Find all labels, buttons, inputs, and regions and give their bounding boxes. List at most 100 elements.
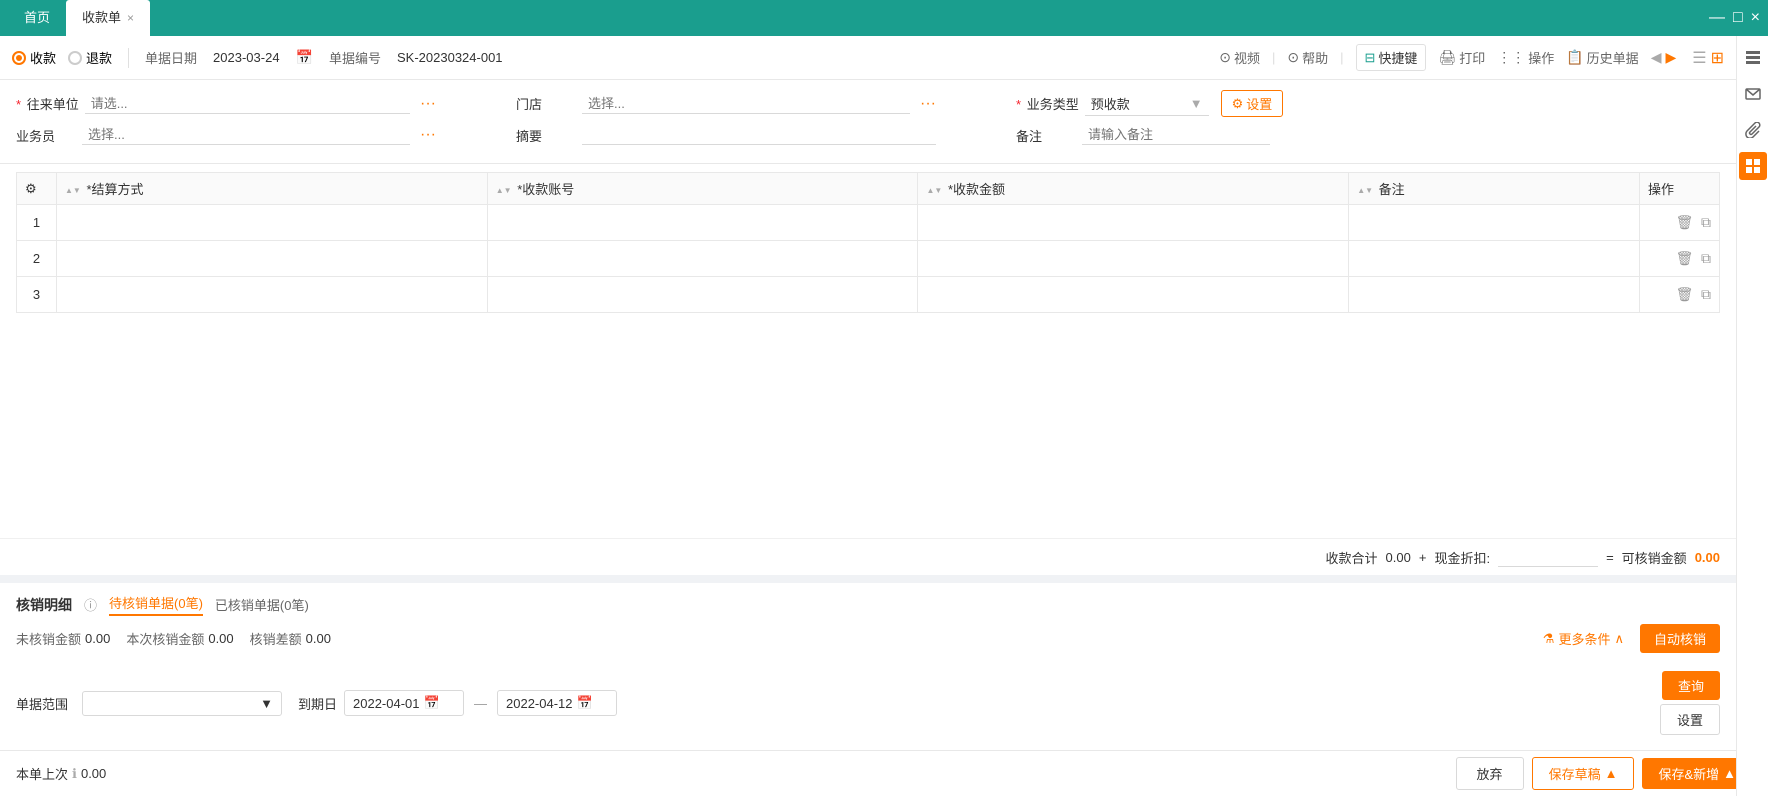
help-label: 帮助 xyxy=(1302,48,1328,67)
tab-close-btn[interactable]: × xyxy=(127,0,134,36)
settings-btn[interactable]: ⚙ 设置 xyxy=(1221,90,1284,117)
calendar-icon[interactable]: 📅 xyxy=(296,49,313,66)
sort-account: ▲▼ xyxy=(496,187,512,195)
radio-collect[interactable]: 收款 xyxy=(12,48,56,67)
shortcut-label: 快捷键 xyxy=(1378,48,1417,67)
calendar-to-icon: 📅 xyxy=(577,695,593,711)
window-close-btn[interactable]: × xyxy=(1751,9,1760,27)
settings-icon: ⚙ xyxy=(1232,96,1244,112)
sidebar-email-icon[interactable] xyxy=(1739,80,1767,108)
cell-pay-method-3[interactable] xyxy=(57,277,488,313)
operation-label: 操作 xyxy=(1528,48,1554,67)
table-row: 3 🗑 ⧉ xyxy=(17,277,1720,313)
cell-amount-3[interactable] xyxy=(918,277,1349,313)
row-num-3: 3 xyxy=(17,277,57,313)
salesman-more-btn[interactable]: ··· xyxy=(420,126,436,144)
cell-account-1[interactable] xyxy=(487,205,918,241)
discount-input[interactable] xyxy=(1498,547,1598,567)
copy-row-3-btn[interactable]: ⧉ xyxy=(1701,286,1711,302)
salesman-field: 业务员 ··· xyxy=(16,125,436,145)
shortcut-btn[interactable]: ⊟ 快捷键 xyxy=(1356,44,1427,71)
tab-home[interactable]: 首页 xyxy=(8,0,66,36)
summary-input[interactable] xyxy=(582,125,936,145)
current-stat: 本次核销金额 0.00 xyxy=(126,629,233,648)
history-btn[interactable]: 📋 历史单据 xyxy=(1566,48,1638,67)
toolbar-actions: ⊙ 视频 | ⊙ 帮助 | ⊟ 快捷键 🖨 打印 ⋮⋮ 操作 📋 xyxy=(1219,44,1724,71)
range-field: 单据范围 ▼ xyxy=(16,691,282,716)
business-type-value: 预收款 xyxy=(1091,94,1130,113)
nav-next-btn[interactable]: ▶ xyxy=(1665,49,1676,66)
delete-row-2-btn[interactable]: 🗑 xyxy=(1676,250,1694,266)
verifiable-value: 0.00 xyxy=(1695,550,1720,565)
range-select[interactable]: ▼ xyxy=(82,691,282,716)
cell-note-3[interactable] xyxy=(1349,277,1640,313)
reconcile-info-icon[interactable]: ⓘ xyxy=(84,595,97,614)
notes-input[interactable] xyxy=(1082,125,1270,145)
window-minimize-btn[interactable]: — xyxy=(1709,9,1725,27)
video-btn[interactable]: ⊙ 视频 xyxy=(1219,48,1260,67)
col-settings[interactable]: ⚙ xyxy=(17,173,57,205)
cell-amount-2[interactable] xyxy=(918,241,1349,277)
cell-pay-method-2[interactable] xyxy=(57,241,488,277)
cell-pay-method-1[interactable] xyxy=(57,205,488,241)
view-icons: ☰ ⊞ xyxy=(1688,48,1724,68)
cell-amount-1[interactable] xyxy=(918,205,1349,241)
filter-row: 单据范围 ▼ 到期日 2022-04-01 📅 — 2022-04-12 📅 xyxy=(16,663,1720,743)
counterparty-label: * 往来单位 xyxy=(16,94,79,113)
help-btn[interactable]: ⊙ 帮助 xyxy=(1287,48,1328,67)
copy-row-1-btn[interactable]: ⧉ xyxy=(1701,214,1711,230)
copy-row-2-btn[interactable]: ⧉ xyxy=(1701,250,1711,266)
settings-label: 设置 xyxy=(1246,94,1272,113)
query-btn[interactable]: 查询 xyxy=(1662,671,1720,700)
help-icon: ⊙ xyxy=(1287,49,1299,66)
grid-view-icon[interactable]: ⊞ xyxy=(1711,48,1724,68)
delete-row-3-btn[interactable]: 🗑 xyxy=(1676,286,1694,302)
business-type-select[interactable]: 预收款 ▼ xyxy=(1085,92,1209,116)
form-section: * 往来单位 ··· 门店 ··· * 业务类型 预 xyxy=(0,80,1736,164)
store-more-btn[interactable]: ··· xyxy=(920,95,936,113)
save-draft-btn[interactable]: 保存草稿 ▲ xyxy=(1532,757,1635,790)
store-input[interactable] xyxy=(582,94,910,114)
sidebar-expand-icon[interactable] xyxy=(1739,152,1767,180)
discard-btn[interactable]: 放弃 xyxy=(1456,757,1524,790)
auto-reconcile-btn[interactable]: 自动核销 xyxy=(1640,624,1720,653)
due-date-label: 到期日 xyxy=(298,694,338,713)
cell-account-3[interactable] xyxy=(487,277,918,313)
divider-1 xyxy=(128,48,129,68)
date-label: 单据日期 xyxy=(145,48,197,67)
verifiable-label: 可核销金额 xyxy=(1622,548,1687,567)
business-type-label: * 业务类型 xyxy=(1016,94,1079,113)
date-separator: — xyxy=(474,696,487,711)
nav-prev-btn[interactable]: ◀ xyxy=(1651,49,1662,66)
cell-note-1[interactable] xyxy=(1349,205,1640,241)
tab-active[interactable]: 收款单 × xyxy=(66,0,150,36)
detail-settings-btn[interactable]: 设置 xyxy=(1660,704,1720,735)
counterparty-input[interactable] xyxy=(85,94,410,114)
due-date-to-input[interactable]: 2022-04-12 📅 xyxy=(497,690,617,716)
form-row-2: 业务员 ··· 摘要 备注 xyxy=(16,125,1720,145)
pending-tab[interactable]: 待核销单据(0笔) xyxy=(109,593,203,616)
sidebar-attach-icon[interactable] xyxy=(1739,116,1767,144)
cell-account-2[interactable] xyxy=(487,241,918,277)
radio-refund[interactable]: 退款 xyxy=(68,48,112,67)
done-tab[interactable]: 已核销单据(0笔) xyxy=(215,595,309,614)
list-view-icon[interactable]: ☰ xyxy=(1692,48,1706,68)
window-maximize-btn[interactable]: □ xyxy=(1733,9,1743,27)
cell-actions-2: 🗑 ⧉ xyxy=(1640,241,1720,277)
bottom-info: 本单上次 ℹ 0.00 xyxy=(16,764,106,783)
salesman-input[interactable] xyxy=(82,125,410,145)
operation-btn[interactable]: ⋮⋮ 操作 xyxy=(1497,48,1554,67)
counterparty-more-btn[interactable]: ··· xyxy=(420,95,436,113)
required-star-1: * xyxy=(16,97,21,112)
operation-icon: ⋮⋮ xyxy=(1497,49,1525,66)
more-conditions-btn[interactable]: ⚗ 更多条件 ∧ xyxy=(1543,629,1624,648)
print-icon: 🖨 xyxy=(1438,49,1456,66)
cell-note-2[interactable] xyxy=(1349,241,1640,277)
sidebar-table-icon[interactable] xyxy=(1739,44,1767,72)
print-btn[interactable]: 🖨 打印 xyxy=(1438,48,1485,67)
due-date-from-input[interactable]: 2022-04-01 📅 xyxy=(344,690,464,716)
filter-icon: ⚗ xyxy=(1543,631,1555,647)
diff-value: 0.00 xyxy=(306,631,331,646)
delete-row-1-btn[interactable]: 🗑 xyxy=(1676,214,1694,230)
bottom-info-icon: ℹ xyxy=(72,766,77,782)
